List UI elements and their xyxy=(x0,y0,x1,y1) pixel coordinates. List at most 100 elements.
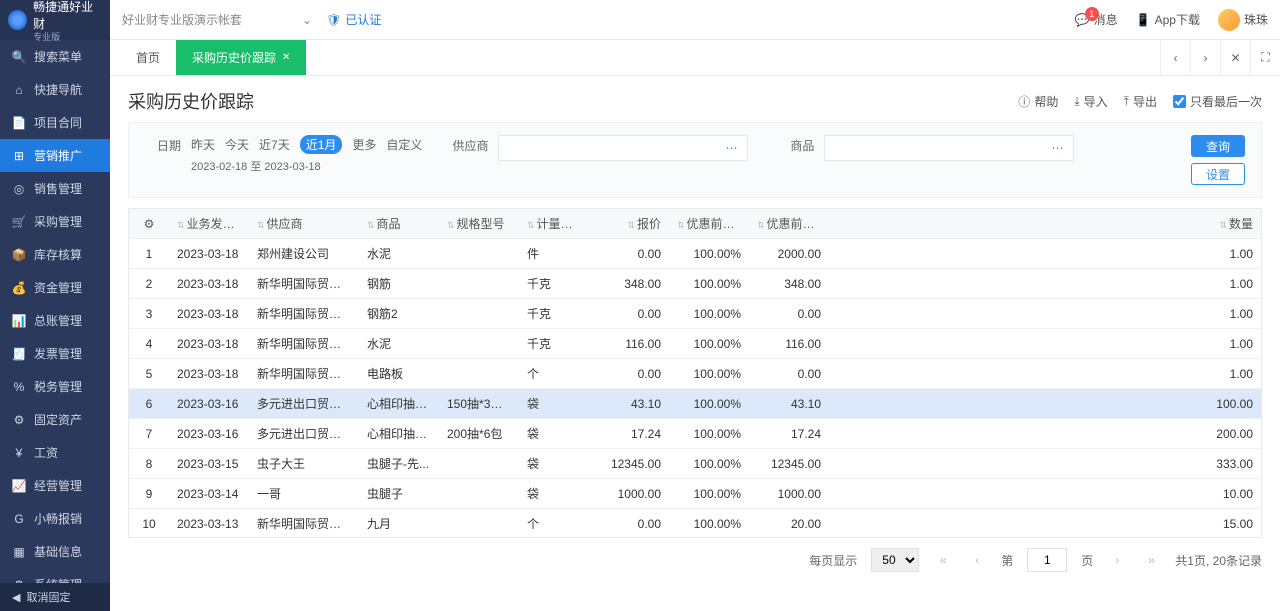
page-size-select[interactable]: 50 xyxy=(871,548,919,572)
last-only-checkbox[interactable]: 只看最后一次 xyxy=(1173,93,1262,110)
table-row[interactable]: 62023-03-16多元进出口贸易有限...心相印抽纸 ...150抽*3包.… xyxy=(129,389,1261,419)
menu-icon: % xyxy=(12,380,26,394)
more-icon[interactable]: ⋯ xyxy=(1051,141,1065,155)
sidebar-item-label: 小畅报销 xyxy=(34,510,82,527)
menu-icon: 📈 xyxy=(12,479,26,493)
sidebar-item-14[interactable]: G小畅报销 xyxy=(0,502,110,535)
sidebar-item-15[interactable]: ▦基础信息 xyxy=(0,535,110,568)
goods-label: 商品 xyxy=(778,135,814,154)
col-header[interactable]: ⇅报价 xyxy=(589,209,669,239)
table-row[interactable]: 72023-03-16多元进出口贸易有限...心相印抽纸 ...200抽*6包袋… xyxy=(129,419,1261,449)
sidebar-item-4[interactable]: ◎销售管理 xyxy=(0,172,110,205)
menu-icon: 🧾 xyxy=(12,347,26,361)
sidebar-item-10[interactable]: % 税务管理 xyxy=(0,370,110,403)
sidebar-item-8[interactable]: 📊总账管理 xyxy=(0,304,110,337)
data-table[interactable]: ⚙ ⇅业务发生…⇅供应商⇅商品⇅规格型号⇅计量单位⇅报价⇅优惠前折…⇅优惠前单价⇅… xyxy=(128,208,1262,538)
sidebar-item-label: 税务管理 xyxy=(34,378,82,395)
more-icon[interactable]: ⋯ xyxy=(725,141,739,155)
query-button[interactable]: 查询 xyxy=(1191,135,1245,157)
col-header[interactable]: ⇅优惠前折… xyxy=(669,209,749,239)
sidebar-item-label: 销售管理 xyxy=(34,180,82,197)
last-only-input[interactable] xyxy=(1173,95,1186,108)
col-header[interactable]: ⚙ xyxy=(129,209,169,239)
sidebar-item-label: 搜索菜单 xyxy=(34,48,82,65)
table-row[interactable]: 42023-03-18新华明国际贸易有限...水泥千克116.00100.00%… xyxy=(129,329,1261,359)
org-selector[interactable]: 好业财专业版演示帐套 ⌄ xyxy=(122,11,312,28)
date-opt-2[interactable]: 近7天 xyxy=(259,136,290,153)
table-row[interactable]: 12023-03-18郑州建设公司水泥件0.00100.00%2000.001.… xyxy=(129,239,1261,269)
col-header[interactable]: ⇅供应商 xyxy=(249,209,359,239)
tab-bar: 首页 采购历史价跟踪 ✕ ‹ › ✕ ⛶ xyxy=(110,40,1280,76)
date-label: 日期 xyxy=(145,135,181,154)
import-link[interactable]: ⤓导入 xyxy=(1074,93,1107,110)
pager-last[interactable]: » xyxy=(1141,550,1161,570)
messages-button[interactable]: 💬 1 消息 xyxy=(1075,11,1118,28)
app-download-button[interactable]: 📱 App下载 xyxy=(1136,11,1200,28)
table-row[interactable]: 82023-03-15虫子大王虫腿子-先...袋12345.00100.00%1… xyxy=(129,449,1261,479)
table-row[interactable]: 22023-03-18新华明国际贸易有限...钢筋千克348.00100.00%… xyxy=(129,269,1261,299)
user-name: 珠珠 xyxy=(1244,11,1268,28)
pager-next[interactable]: › xyxy=(1107,550,1127,570)
date-opt-4[interactable]: 更多 xyxy=(352,136,376,153)
tab-close-all-button[interactable]: ✕ xyxy=(1220,40,1250,76)
help-link[interactable]: ⓘ帮助 xyxy=(1018,93,1058,110)
sidebar-item-1[interactable]: ⌂快捷导航 xyxy=(0,73,110,106)
col-header[interactable]: ⇅业务发生… xyxy=(169,209,249,239)
date-opt-5[interactable]: 自定义 xyxy=(386,136,422,153)
col-header[interactable]: ⇅优惠前单价 xyxy=(749,209,829,239)
sidebar-item-5[interactable]: 🛒采购管理 xyxy=(0,205,110,238)
sidebar-item-9[interactable]: 🧾发票管理 xyxy=(0,337,110,370)
tab-prev-button[interactable]: ‹ xyxy=(1160,40,1190,76)
tab-home[interactable]: 首页 xyxy=(120,40,176,75)
sidebar-item-13[interactable]: 📈经营管理 xyxy=(0,469,110,502)
topbar: 好业财专业版演示帐套 ⌄ 🛡 已认证 💬 1 消息 📱 App下载 xyxy=(110,0,1280,40)
tab-purchase-price-history[interactable]: 采购历史价跟踪 ✕ xyxy=(176,40,306,75)
sidebar-item-label: 采购管理 xyxy=(34,213,82,230)
table-row[interactable]: 92023-03-14一哥虫腿子袋1000.00100.00%1000.0010… xyxy=(129,479,1261,509)
pager-prev[interactable]: ‹ xyxy=(967,550,987,570)
goods-lookup[interactable]: ⋯ xyxy=(824,135,1074,161)
pager-first[interactable]: « xyxy=(933,550,953,570)
supplier-label: 供应商 xyxy=(452,135,488,154)
date-opt-1[interactable]: 今天 xyxy=(225,136,249,153)
settings-button[interactable]: 设置 xyxy=(1191,163,1245,185)
user-menu[interactable]: 珠珠 xyxy=(1218,9,1268,31)
gear-icon[interactable]: ⚙ xyxy=(144,217,155,231)
col-header[interactable]: ⇅商品 xyxy=(359,209,439,239)
sidebar-item-2[interactable]: 📄项目合同 xyxy=(0,106,110,139)
page-title: 采购历史价跟踪 xyxy=(128,88,254,114)
sidebar-item-16[interactable]: ⚙系统管理 xyxy=(0,568,110,583)
supplier-lookup[interactable]: ⋯ xyxy=(498,135,748,161)
sidebar-item-label: 系统管理 xyxy=(34,576,82,583)
table-row[interactable]: 32023-03-18新华明国际贸易有限...钢筋2千克0.00100.00%0… xyxy=(129,299,1261,329)
table-row[interactable]: 52023-03-18新华明国际贸易有限...电路板个0.00100.00%0.… xyxy=(129,359,1261,389)
verified-badge: 🛡 已认证 xyxy=(326,11,381,28)
page-input[interactable] xyxy=(1027,548,1067,572)
menu-icon: ¥ xyxy=(12,446,26,460)
table-row[interactable]: 102023-03-13新华明国际贸易有限...九月个0.00100.00%20… xyxy=(129,509,1261,539)
sidebar-item-label: 总账管理 xyxy=(34,312,82,329)
sidebar-item-3[interactable]: ⊞营销推广 xyxy=(0,139,110,172)
sidebar-item-11[interactable]: ⚙固定资产 xyxy=(0,403,110,436)
sidebar-item-12[interactable]: ¥工资 xyxy=(0,436,110,469)
date-opt-3[interactable]: 近1月 xyxy=(300,135,343,154)
pager-total: 共1页, 20条记录 xyxy=(1175,552,1262,569)
date-opt-0[interactable]: 昨天 xyxy=(191,136,215,153)
brand-name: 畅捷通好业财 xyxy=(33,0,102,32)
fullscreen-button[interactable]: ⛶ xyxy=(1250,40,1280,76)
tab-next-button[interactable]: › xyxy=(1190,40,1220,76)
col-header[interactable]: ⇅规格型号 xyxy=(439,209,519,239)
sidebar-item-6[interactable]: 📦库存核算 xyxy=(0,238,110,271)
tab-close-icon[interactable]: ✕ xyxy=(282,52,290,63)
sidebar-item-0[interactable]: 🔍搜索菜单 xyxy=(0,40,110,73)
col-header[interactable]: ⇅数量 xyxy=(829,209,1261,239)
col-header[interactable]: ⇅计量单位 xyxy=(519,209,589,239)
sidebar-unpin[interactable]: ◀ 取消固定 xyxy=(0,583,110,611)
sidebar-item-label: 营销推广 xyxy=(34,147,82,164)
import-icon: ⤓ xyxy=(1074,94,1079,109)
export-link[interactable]: ⤒导出 xyxy=(1124,93,1157,110)
sidebar-item-7[interactable]: 💰资金管理 xyxy=(0,271,110,304)
pin-icon: ◀ xyxy=(12,591,20,604)
menu-icon: 📦 xyxy=(12,248,26,262)
export-icon: ⤒ xyxy=(1124,94,1129,109)
